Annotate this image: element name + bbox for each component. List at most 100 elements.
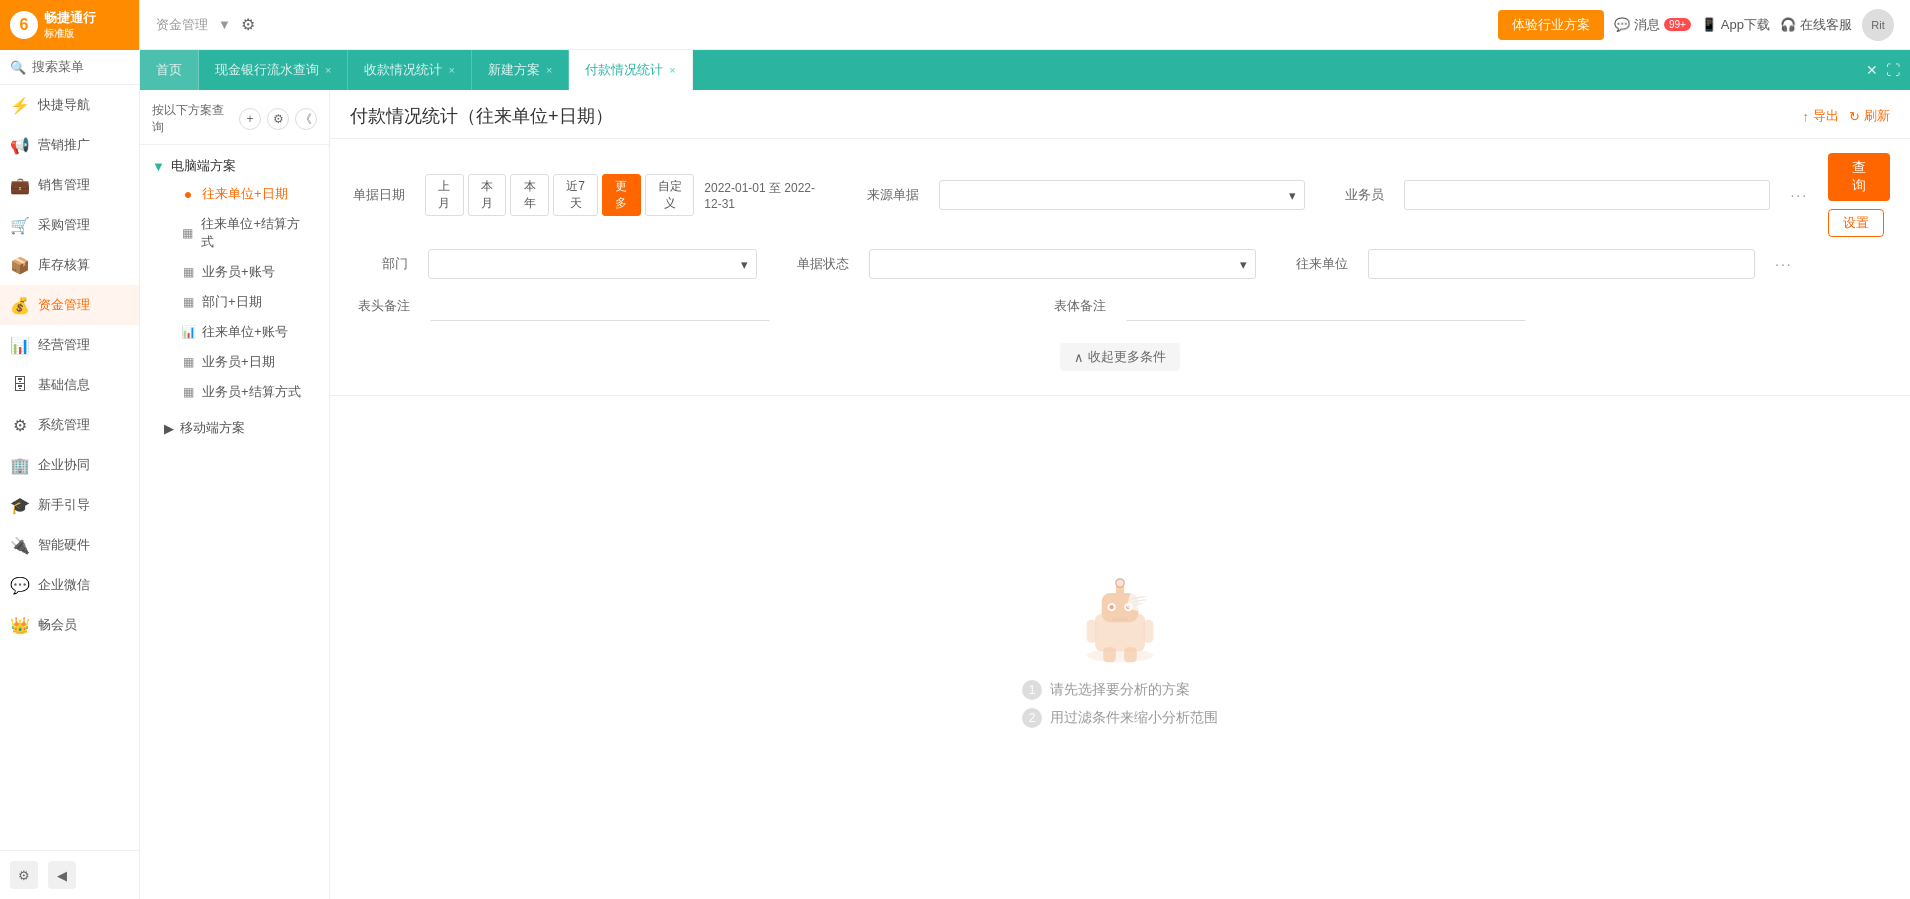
- tab-payment-stats-close[interactable]: ×: [669, 64, 675, 76]
- partner-select[interactable]: [1368, 249, 1755, 279]
- schema-staff-settle-label: 业务员+结算方式: [202, 383, 301, 401]
- source-doc-select[interactable]: ▾: [939, 180, 1305, 210]
- collapse-more-btn[interactable]: ∧ 收起更多条件: [1060, 343, 1180, 371]
- date-range-display: 2022-01-01 至 2022-12-31: [704, 180, 827, 211]
- tab-home-label: 首页: [156, 61, 182, 79]
- schema-staff-account[interactable]: ▦ 业务员+账号: [152, 257, 317, 287]
- sidebar-item-member[interactable]: 👑 畅会员: [0, 605, 139, 645]
- expand-btn[interactable]: ⛶: [1886, 62, 1900, 78]
- settings-btn[interactable]: 设置: [1828, 209, 1884, 237]
- logo-icon: 6: [10, 11, 38, 39]
- tab-payment-stats[interactable]: 付款情况统计 ×: [569, 50, 692, 90]
- schema-dept-date[interactable]: ▦ 部门+日期: [152, 287, 317, 317]
- partner-ellipsis[interactable]: ···: [1775, 256, 1793, 272]
- tab-bank-flow[interactable]: 现金银行流水查询 ×: [199, 50, 348, 90]
- enterprise-icon: 🏢: [10, 455, 30, 475]
- tip-1-text: 请先选择要分析的方案: [1050, 681, 1190, 699]
- tip-num-2: 2: [1022, 708, 1042, 728]
- close-all-tabs-btn[interactable]: ✕: [1866, 62, 1878, 78]
- tab-new-plan-label: 新建方案: [488, 61, 540, 79]
- app-download-btn[interactable]: 📱 App下载: [1701, 16, 1770, 34]
- notification-icon: 💬: [1614, 17, 1630, 32]
- mobile-schema-label: 移动端方案: [180, 419, 245, 437]
- tab-new-plan-close[interactable]: ×: [546, 64, 552, 76]
- table-body-note-input[interactable]: [1126, 291, 1526, 321]
- date-btn-this-month[interactable]: 本月: [468, 174, 507, 216]
- schema-settings-btn[interactable]: ⚙: [267, 108, 289, 130]
- content-area: 按以下方案查询 + ⚙ 《 ▼ 电脑端方案: [140, 90, 1910, 899]
- table-header-note-input[interactable]: [430, 291, 770, 321]
- online-service-label: 在线客服: [1800, 16, 1852, 34]
- schema-staff-date-label: 业务员+日期: [202, 353, 275, 371]
- query-btn[interactable]: 查询: [1828, 153, 1890, 201]
- schema-partner-settle[interactable]: ▦ 往来单位+结算方式: [152, 209, 317, 257]
- tab-new-plan[interactable]: 新建方案 ×: [472, 50, 569, 90]
- date-btn-last-7[interactable]: 近7天: [553, 174, 598, 216]
- sidebar-item-label: 企业微信: [38, 576, 90, 594]
- staff-select[interactable]: [1404, 180, 1770, 210]
- topbar-settings-icon[interactable]: ⚙: [241, 15, 255, 34]
- desktop-collapse-icon: ▼: [152, 159, 165, 174]
- sidebar-item-marketing[interactable]: 📢 营销推广: [0, 125, 139, 165]
- sidebar-settings-btn[interactable]: ⚙: [10, 861, 38, 889]
- tip-num-1: 1: [1022, 680, 1042, 700]
- online-service-btn[interactable]: 🎧 在线客服: [1780, 16, 1852, 34]
- tab-home[interactable]: 首页: [140, 50, 199, 90]
- sidebar-item-guide[interactable]: 🎓 新手引导: [0, 485, 139, 525]
- schema-icon: ▦: [180, 354, 196, 370]
- tab-receipt-stats[interactable]: 收款情况统计 ×: [348, 50, 471, 90]
- schema-partner-date[interactable]: ● 往来单位+日期: [152, 179, 317, 209]
- user-avatar-text: Rit: [1871, 19, 1884, 31]
- filter-row-3: 表头备注 表体备注: [350, 291, 1890, 321]
- chevron-down-icon: ▾: [1240, 257, 1247, 272]
- date-btn-last-month[interactable]: 上月: [425, 174, 464, 216]
- active-schema-icon: ●: [180, 186, 196, 202]
- sidebar-item-enterprise[interactable]: 🏢 企业协同: [0, 445, 139, 485]
- topbar: 资金管理 ▼ ⚙ 体验行业方案 💬 消息 99+ 📱 App下载 🎧 在线客服 …: [140, 0, 1910, 50]
- staff-ellipsis[interactable]: ···: [1790, 187, 1808, 203]
- topbar-dropdown-icon[interactable]: ▼: [218, 17, 231, 32]
- collapse-more-icon: ∧: [1074, 350, 1084, 365]
- collapse-panel-btn[interactable]: 《: [295, 108, 317, 130]
- inventory-icon: 📦: [10, 255, 30, 275]
- filter-area: 单据日期 上月 本月 本年 近7天 更多 自定义 2022-01-01 至 20…: [330, 139, 1910, 396]
- sidebar-item-system[interactable]: ⚙ 系统管理: [0, 405, 139, 445]
- doc-status-select[interactable]: ▾: [869, 249, 1256, 279]
- gear-icon: ⚙: [273, 112, 284, 126]
- sales-icon: 💼: [10, 175, 30, 195]
- industry-btn[interactable]: 体验行业方案: [1498, 10, 1604, 40]
- refresh-btn[interactable]: ↻ 刷新: [1849, 107, 1890, 125]
- schema-staff-date[interactable]: ▦ 业务员+日期: [152, 347, 317, 377]
- sidebar-item-inventory[interactable]: 📦 库存核算: [0, 245, 139, 285]
- schema-icon: ▦: [180, 264, 196, 280]
- sidebar-item-operation[interactable]: 📊 经营管理: [0, 325, 139, 365]
- schema-partner-account[interactable]: 📊 往来单位+账号: [152, 317, 317, 347]
- dept-select[interactable]: ▾: [428, 249, 757, 279]
- add-schema-btn[interactable]: +: [239, 108, 261, 130]
- search-menu[interactable]: 🔍 搜索菜单: [0, 50, 139, 85]
- tab-bank-flow-close[interactable]: ×: [325, 64, 331, 76]
- date-btn-more[interactable]: 更多: [602, 174, 641, 216]
- sidebar-item-wechat[interactable]: 💬 企业微信: [0, 565, 139, 605]
- sidebar-item-finance[interactable]: 💰 资金管理: [0, 285, 139, 325]
- sidebar-item-basic-info[interactable]: 🗄 基础信息: [0, 365, 139, 405]
- schema-staff-settle[interactable]: ▦ 业务员+结算方式: [152, 377, 317, 407]
- notification-btn[interactable]: 💬 消息 99+: [1614, 16, 1691, 34]
- mobile-schema-group[interactable]: ▶ 移动端方案: [140, 415, 329, 441]
- sidebar-item-purchase[interactable]: 🛒 采购管理: [0, 205, 139, 245]
- tab-receipt-stats-close[interactable]: ×: [448, 64, 454, 76]
- date-btn-this-year[interactable]: 本年: [510, 174, 549, 216]
- sidebar-item-sales[interactable]: 💼 销售管理: [0, 165, 139, 205]
- desktop-schema-group: ▼ 电脑端方案 ● 往来单位+日期 ▦ 往来单位+结算方式 ▦ 业务员+账号 ▦: [140, 145, 329, 415]
- user-avatar[interactable]: Rit: [1862, 9, 1894, 41]
- app-version: 标准版: [44, 27, 96, 41]
- collapse-more-label: 收起更多条件: [1088, 348, 1166, 366]
- sidebar-item-smart-hw[interactable]: 🔌 智能硬件: [0, 525, 139, 565]
- date-btn-custom[interactable]: 自定义: [645, 174, 694, 216]
- sidebar-item-quick-nav[interactable]: ⚡ 快捷导航: [0, 85, 139, 125]
- sidebar-collapse-btn[interactable]: ◀: [48, 861, 76, 889]
- sidebar-footer: ⚙ ◀: [0, 850, 139, 899]
- desktop-schema-title[interactable]: ▼ 电脑端方案: [152, 153, 317, 179]
- app-download-label: App下载: [1721, 16, 1770, 34]
- export-btn[interactable]: ↑ 导出: [1803, 107, 1840, 125]
